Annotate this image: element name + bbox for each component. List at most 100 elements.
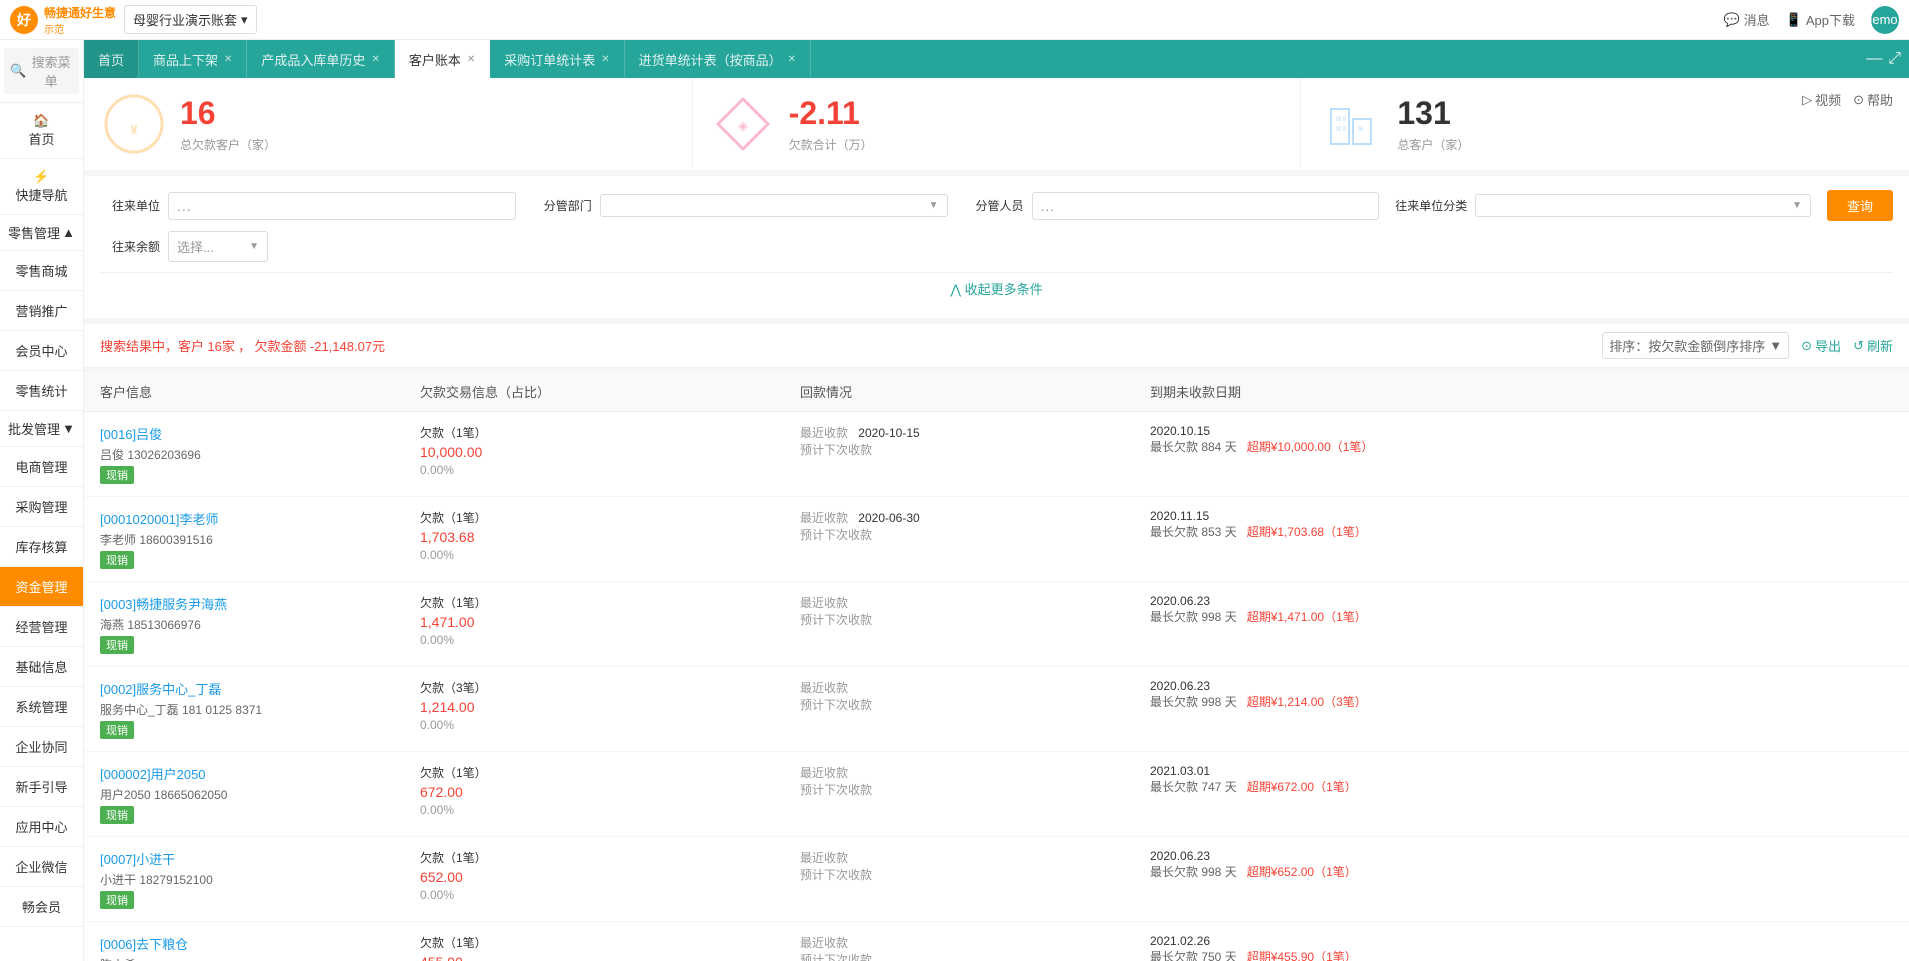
- debt-amount[interactable]: 455.90: [420, 954, 800, 961]
- customer-id-link[interactable]: [0007]小进干: [100, 849, 420, 868]
- sidebar-item-newbie-guide[interactable]: 新手引导: [0, 767, 83, 807]
- debt-amount[interactable]: 652.00: [420, 869, 800, 885]
- sidebar-item-member-center[interactable]: 会员中心: [0, 331, 83, 371]
- tab-customer-ledger[interactable]: 客户账本 ✕: [395, 40, 490, 78]
- tab-purchase-order[interactable]: 采购订单统计表 ✕: [490, 40, 624, 78]
- svg-text:◈: ◈: [738, 118, 748, 133]
- sidebar-item-capital-mgmt[interactable]: 资金管理: [0, 567, 83, 607]
- help-button[interactable]: ⊙ 帮助: [1853, 90, 1893, 109]
- minimize-icon[interactable]: —: [1866, 50, 1882, 68]
- sidebar-item-ecommerce[interactable]: 电商管理: [0, 447, 83, 487]
- customer-id-link[interactable]: [0006]去下粮仓: [100, 934, 420, 953]
- debt-cell: 欠款（1笔） 455.90 0.00%: [420, 934, 800, 961]
- sidebar-item-retail-stats[interactable]: 零售统计: [0, 371, 83, 411]
- person-input[interactable]: ...: [1032, 192, 1380, 220]
- sidebar-item-system[interactable]: 系统管理: [0, 687, 83, 727]
- unit-category-select[interactable]: ▼: [1475, 194, 1811, 217]
- overdue-days: 最长欠款 853 天 超期¥1,703.68（1笔）: [1150, 523, 1893, 540]
- close-tab-icon[interactable]: ✕: [224, 54, 232, 65]
- app-subtitle: 示范: [44, 21, 116, 36]
- customer-id-link[interactable]: [0003]畅捷服务尹海燕: [100, 594, 420, 613]
- close-tab-icon[interactable]: ✕: [371, 54, 379, 65]
- customer-contact: 海燕 18513066976: [100, 616, 420, 633]
- sidebar-item-retail-mgmt[interactable]: 零售管理 ▲: [0, 215, 83, 251]
- customer-cell: [0003]畅捷服务尹海燕 海燕 18513066976 现销: [100, 594, 420, 654]
- remainder-select[interactable]: 选择... ▼: [168, 231, 268, 262]
- last-payment-date: 2020-06-30: [858, 511, 919, 525]
- customer-id-link[interactable]: [0001020001]李老师: [100, 509, 420, 528]
- overdue-amount-link[interactable]: 超期¥652.00（1笔）: [1247, 865, 1357, 879]
- remainder-label: 往来余额: [100, 238, 160, 255]
- sidebar-item-wecom[interactable]: 企业微信: [0, 847, 83, 887]
- stat-label-debt-total: 欠款合计（万）: [789, 136, 1281, 153]
- debt-amount[interactable]: 1,703.68: [420, 529, 800, 545]
- overdue-amount-link[interactable]: 超期¥455.90（1笔）: [1247, 950, 1357, 961]
- close-tab-icon[interactable]: ✕: [601, 54, 609, 65]
- overdue-amount-link[interactable]: 超期¥1,471.00（1笔）: [1247, 610, 1367, 624]
- debt-cell: 欠款（1笔） 1,471.00 0.00%: [420, 594, 800, 647]
- avatar[interactable]: demo2: [1871, 6, 1899, 34]
- debt-ratio: 0.00%: [420, 718, 800, 732]
- sidebar-item-home[interactable]: 🏠首页: [0, 103, 83, 159]
- debt-ratio: 0.00%: [420, 803, 800, 817]
- app-download-button[interactable]: 📱 App下载: [1786, 10, 1855, 29]
- sidebar-item-quick-nav[interactable]: ⚡快捷导航: [0, 159, 83, 215]
- message-button[interactable]: 💬 消息: [1723, 10, 1769, 29]
- debt-amount[interactable]: 672.00: [420, 784, 800, 800]
- sidebar-item-wholesale-mgmt[interactable]: 批发管理 ▼: [0, 411, 83, 447]
- source-unit-input[interactable]: ...: [168, 192, 516, 220]
- sort-label: 排序：按欠款金额倒序排序: [1609, 336, 1765, 355]
- tab-product-history[interactable]: 产成品入库单历史 ✕: [247, 40, 394, 78]
- company-name: 母婴行业演示账套: [133, 10, 237, 29]
- customer-id-link[interactable]: [000002]用户2050: [100, 764, 420, 783]
- due-date-cell: 2021.02.26 最长欠款 750 天 超期¥455.90（1笔）: [1150, 934, 1893, 961]
- overdue-amount-link[interactable]: 超期¥1,703.68（1笔）: [1247, 525, 1367, 539]
- filter-remainder: 往来余额 选择... ▼: [100, 231, 268, 262]
- maximize-icon[interactable]: ⤢: [1888, 50, 1901, 68]
- sidebar-item-marketing[interactable]: 营销推广: [0, 291, 83, 331]
- recovery-cell: 最近收款 预计下次收款: [800, 764, 1150, 798]
- refresh-button[interactable]: ↺ 刷新: [1853, 336, 1893, 355]
- sidebar-item-purchase[interactable]: 采购管理: [0, 487, 83, 527]
- sidebar-item-retail-mall[interactable]: 零售商城: [0, 251, 83, 291]
- company-selector[interactable]: 母婴行业演示账套 ▾: [124, 5, 257, 34]
- debt-amount[interactable]: 1,214.00: [420, 699, 800, 715]
- tab-purchase-stats[interactable]: 进货单统计表（按商品） ✕: [625, 40, 811, 78]
- sidebar-item-app-center[interactable]: 应用中心: [0, 807, 83, 847]
- sidebar-item-inventory[interactable]: 库存核算: [0, 527, 83, 567]
- export-button[interactable]: ⊙ 导出: [1801, 336, 1841, 355]
- results-summary: 搜索结果中，客户 16家 ， 欠款金额 -21,148.07元: [100, 336, 385, 355]
- next-payment-label: 预计下次收款: [800, 951, 1150, 961]
- tab-product-list[interactable]: 商品上下架 ✕: [139, 40, 247, 78]
- debt-amount[interactable]: 1,471.00: [420, 614, 800, 630]
- app-title: 畅捷通好生意: [44, 4, 116, 21]
- overdue-amount-link[interactable]: 超期¥10,000.00（1笔）: [1247, 440, 1374, 454]
- tab-home[interactable]: 首页: [84, 40, 139, 78]
- close-tab-icon[interactable]: ✕: [467, 54, 475, 65]
- collapse-bar[interactable]: ⋀ 收起更多条件: [100, 272, 1893, 304]
- debt-count: 欠款（1笔）: [420, 849, 800, 866]
- dept-select[interactable]: ▼: [600, 194, 948, 217]
- customer-id-link[interactable]: [0002]服务中心_丁磊: [100, 679, 420, 698]
- customer-badge: 现销: [100, 891, 134, 909]
- debt-amount[interactable]: 10,000.00: [420, 444, 800, 460]
- video-button[interactable]: ▷ 视频: [1802, 90, 1841, 109]
- stat-info-2: -2.11 欠款合计（万）: [789, 95, 1281, 153]
- customer-id-link[interactable]: [0016]吕俊: [100, 424, 420, 443]
- overdue-amount-link[interactable]: 超期¥1,214.00（3笔）: [1247, 695, 1367, 709]
- sort-selector[interactable]: 排序：按欠款金额倒序排序 ▼: [1602, 332, 1789, 359]
- download-icon: 📱: [1786, 12, 1802, 28]
- sidebar-item-basic-info[interactable]: 基础信息: [0, 647, 83, 687]
- chevron-down-icon: ▼: [1792, 200, 1802, 211]
- last-payment-label: 最近收款: [800, 766, 855, 780]
- overdue-amount-link[interactable]: 超期¥672.00（1笔）: [1247, 780, 1357, 794]
- sidebar-item-corp-collab[interactable]: 企业协同: [0, 727, 83, 767]
- person-label: 分管人员: [964, 197, 1024, 214]
- last-payment-label: 最近收款: [800, 936, 855, 950]
- sidebar-item-operations[interactable]: 经营管理: [0, 607, 83, 647]
- home-icon: 🏠: [4, 113, 79, 129]
- close-tab-icon[interactable]: ✕: [788, 54, 796, 65]
- query-button[interactable]: 查询: [1827, 190, 1893, 221]
- sidebar-item-member-app[interactable]: 畅会员: [0, 887, 83, 927]
- search-menu-input[interactable]: 🔍 搜索菜单: [4, 48, 79, 94]
